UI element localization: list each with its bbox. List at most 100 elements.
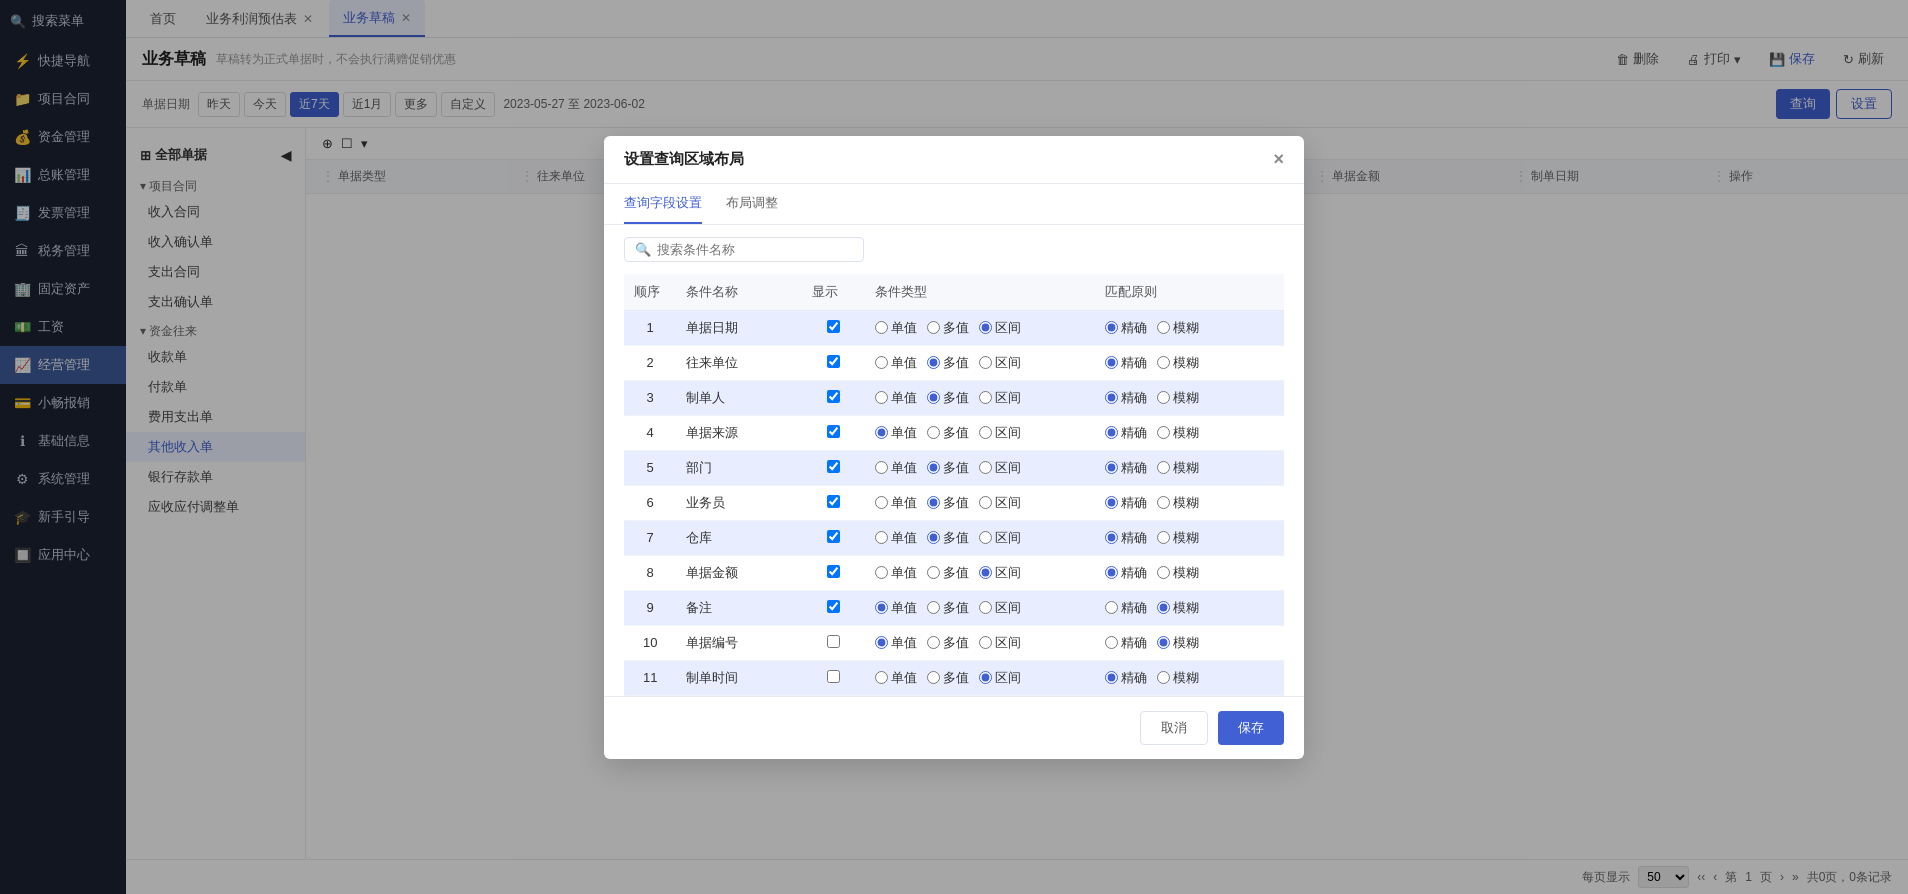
radio-single-8[interactable]: 单值 [875,599,917,617]
radio-multi-9[interactable]: 多值 [927,634,969,652]
radio-single-5[interactable]: 单值 [875,494,917,512]
modal-title: 设置查询区域布局 [624,150,744,169]
modal-tab-layout-adjust[interactable]: 布局调整 [726,184,778,224]
radio-range-9[interactable]: 区间 [979,634,1021,652]
radio-multi-8[interactable]: 多值 [927,599,969,617]
row-show-7[interactable] [802,555,865,590]
checkbox-show-7[interactable] [827,565,840,578]
row-type-3: 单值 多值 区间 [865,415,1095,450]
row-seq-1: 2 [624,345,676,380]
radio-fuzzy-7[interactable]: 模糊 [1157,564,1199,582]
radio-multi-2[interactable]: 多值 [927,389,969,407]
radio-single-2[interactable]: 单值 [875,389,917,407]
row-show-6[interactable] [802,520,865,555]
search-modal-icon: 🔍 [635,242,651,257]
radio-fuzzy-0[interactable]: 模糊 [1157,319,1199,337]
radio-fuzzy-3[interactable]: 模糊 [1157,424,1199,442]
checkbox-show-4[interactable] [827,460,840,473]
row-show-9[interactable] [802,625,865,660]
radio-exact-7[interactable]: 精确 [1105,564,1147,582]
radio-range-8[interactable]: 区间 [979,599,1021,617]
checkbox-show-5[interactable] [827,495,840,508]
radio-exact-5[interactable]: 精确 [1105,494,1147,512]
checkbox-show-10[interactable] [827,670,840,683]
radio-exact-3[interactable]: 精确 [1105,424,1147,442]
radio-range-2[interactable]: 区间 [979,389,1021,407]
checkbox-show-6[interactable] [827,530,840,543]
row-show-4[interactable] [802,450,865,485]
radio-multi-3[interactable]: 多值 [927,424,969,442]
radio-exact-8[interactable]: 精确 [1105,599,1147,617]
radio-multi-10[interactable]: 多值 [927,669,969,687]
modal-tabs: 查询字段设置布局调整 [604,184,1304,225]
radio-fuzzy-5[interactable]: 模糊 [1157,494,1199,512]
radio-exact-4[interactable]: 精确 [1105,459,1147,477]
modal-tab-field-settings[interactable]: 查询字段设置 [624,184,702,224]
radio-range-3[interactable]: 区间 [979,424,1021,442]
radio-single-10[interactable]: 单值 [875,669,917,687]
row-show-3[interactable] [802,415,865,450]
checkbox-show-2[interactable] [827,390,840,403]
radio-multi-6[interactable]: 多值 [927,529,969,547]
checkbox-show-0[interactable] [827,320,840,333]
radio-exact-6[interactable]: 精确 [1105,529,1147,547]
radio-exact-9[interactable]: 精确 [1105,634,1147,652]
row-seq-10: 11 [624,660,676,695]
radio-fuzzy-1[interactable]: 模糊 [1157,354,1199,372]
radio-single-3[interactable]: 单值 [875,424,917,442]
row-show-8[interactable] [802,590,865,625]
radio-single-9[interactable]: 单值 [875,634,917,652]
radio-multi-1[interactable]: 多值 [927,354,969,372]
radio-fuzzy-2[interactable]: 模糊 [1157,389,1199,407]
modal-close-button[interactable]: × [1273,150,1284,168]
checkbox-show-1[interactable] [827,355,840,368]
row-show-5[interactable] [802,485,865,520]
checkbox-show-9[interactable] [827,635,840,648]
row-match-1: 精确 模糊 [1095,345,1284,380]
radio-fuzzy-4[interactable]: 模糊 [1157,459,1199,477]
radio-single-0[interactable]: 单值 [875,319,917,337]
radio-range-10[interactable]: 区间 [979,669,1021,687]
cancel-button[interactable]: 取消 [1140,711,1208,745]
radio-exact-1[interactable]: 精确 [1105,354,1147,372]
table-row: 1单据日期 单值 多值 区间 精确 模糊 [624,310,1284,345]
radio-single-4[interactable]: 单值 [875,459,917,477]
row-name-10: 制单时间 [676,660,802,695]
radio-single-6[interactable]: 单值 [875,529,917,547]
radio-exact-10[interactable]: 精确 [1105,669,1147,687]
radio-range-6[interactable]: 区间 [979,529,1021,547]
radio-exact-0[interactable]: 精确 [1105,319,1147,337]
radio-range-7[interactable]: 区间 [979,564,1021,582]
row-name-6: 仓库 [676,520,802,555]
row-show-2[interactable] [802,380,865,415]
search-input[interactable] [657,242,853,257]
radio-range-1[interactable]: 区间 [979,354,1021,372]
radio-range-5[interactable]: 区间 [979,494,1021,512]
row-show-10[interactable] [802,660,865,695]
row-show-1[interactable] [802,345,865,380]
modal-save-button[interactable]: 保存 [1218,711,1284,745]
radio-fuzzy-6[interactable]: 模糊 [1157,529,1199,547]
radio-multi-4[interactable]: 多值 [927,459,969,477]
radio-single-7[interactable]: 单值 [875,564,917,582]
row-type-10: 单值 多值 区间 [865,660,1095,695]
radio-multi-7[interactable]: 多值 [927,564,969,582]
radio-range-4[interactable]: 区间 [979,459,1021,477]
radio-fuzzy-9[interactable]: 模糊 [1157,634,1199,652]
row-name-7: 单据金额 [676,555,802,590]
radio-single-1[interactable]: 单值 [875,354,917,372]
row-show-0[interactable] [802,310,865,345]
radio-fuzzy-8[interactable]: 模糊 [1157,599,1199,617]
radio-exact-2[interactable]: 精确 [1105,389,1147,407]
checkbox-show-8[interactable] [827,600,840,613]
radio-multi-5[interactable]: 多值 [927,494,969,512]
radio-fuzzy-10[interactable]: 模糊 [1157,669,1199,687]
checkbox-show-3[interactable] [827,425,840,438]
radio-multi-0[interactable]: 多值 [927,319,969,337]
radio-range-0[interactable]: 区间 [979,319,1021,337]
row-match-8: 精确 模糊 [1095,590,1284,625]
row-name-0: 单据日期 [676,310,802,345]
row-name-1: 往来单位 [676,345,802,380]
modal-footer: 取消 保存 [604,696,1304,759]
table-row: 11制单时间 单值 多值 区间 精确 模糊 [624,660,1284,695]
